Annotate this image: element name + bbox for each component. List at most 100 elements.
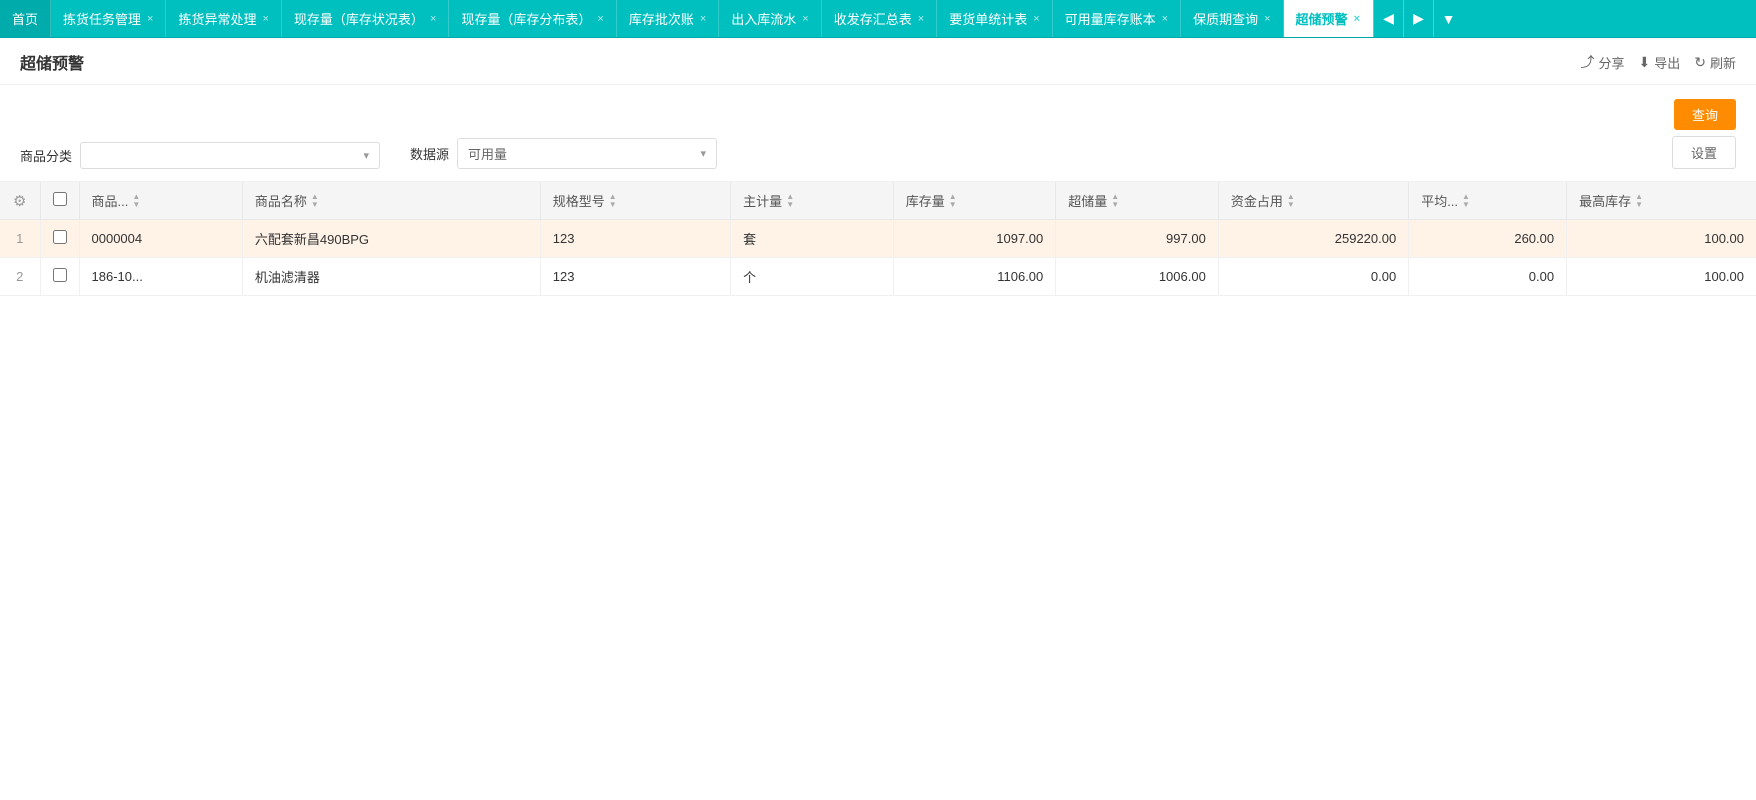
page-content: 超储预警 ⤴ 分享 ⬇ 导出 ↻ 刷新 商品分类 ▾ 数据源 — [0, 38, 1756, 800]
sort-arrows-name: ▲▼ — [311, 193, 319, 209]
row-max: 100.00 — [1567, 258, 1756, 296]
export-icon: ⬇ — [1639, 54, 1651, 71]
th-max[interactable]: 最高库存 ▲▼ — [1567, 182, 1756, 220]
nav-next-arrow[interactable]: ▶ — [1403, 0, 1433, 37]
close-icon[interactable]: × — [918, 13, 924, 25]
row-spec: 123 — [540, 220, 730, 258]
nav-item-inventory-dist[interactable]: 现存量（库存分布表） × — [449, 0, 616, 37]
row-name: 机油滤清器 — [242, 258, 540, 296]
nav-item-available[interactable]: 可用量库存账本 × — [1053, 0, 1181, 37]
row-code: 186-10... — [79, 258, 242, 296]
row-name: 六配套新昌490BPG — [242, 220, 540, 258]
nav-item-exception[interactable]: 拣货异常处理 × — [166, 0, 281, 37]
refresh-button[interactable]: ↻ 刷新 — [1694, 53, 1736, 72]
row-over: 997.00 — [1056, 220, 1219, 258]
row-number: 2 — [0, 258, 40, 296]
close-icon[interactable]: × — [1264, 13, 1270, 25]
close-icon[interactable]: × — [1354, 13, 1360, 25]
checkbox-col-header — [40, 182, 79, 220]
sort-arrows-max: ▲▼ — [1635, 193, 1643, 209]
sort-arrows-spec: ▲▼ — [609, 193, 617, 209]
row-avg: 260.00 — [1409, 220, 1567, 258]
table-row: 1 0000004 六配套新昌490BPG 123 套 1097.00 997.… — [0, 220, 1756, 258]
datasource-label: 数据源 — [410, 144, 449, 163]
page-title: 超储预警 — [20, 50, 84, 74]
table-header-row: ⚙ 商品... ▲▼ 商品名称 ▲▼ — [0, 182, 1756, 220]
share-button[interactable]: ⤴ 分享 — [1580, 52, 1624, 72]
chevron-down-icon: ▾ — [363, 149, 369, 162]
close-icon[interactable]: × — [1033, 13, 1039, 25]
close-icon[interactable]: × — [262, 13, 268, 25]
row-spec: 123 — [540, 258, 730, 296]
sort-arrows-unit: ▲▼ — [786, 193, 794, 209]
datasource-filter-group: 数据源 可用量 ▾ — [410, 138, 717, 169]
row-over: 1006.00 — [1056, 258, 1219, 296]
nav-item-task[interactable]: 拣货任务管理 × — [51, 0, 166, 37]
row-checkbox[interactable] — [53, 268, 67, 282]
close-icon[interactable]: × — [430, 13, 436, 25]
row-avg: 0.00 — [1409, 258, 1567, 296]
settings-button[interactable]: 设置 — [1672, 136, 1736, 169]
row-capital: 0.00 — [1218, 258, 1408, 296]
filter-row: 商品分类 ▾ 数据源 可用量 ▾ 查询 设置 — [0, 85, 1756, 182]
nav-item-expiry[interactable]: 保质期查询 × — [1181, 0, 1283, 37]
category-label: 商品分类 — [20, 146, 72, 165]
th-over[interactable]: 超储量 ▲▼ — [1056, 182, 1219, 220]
row-number: 1 — [0, 220, 40, 258]
row-checkbox[interactable] — [53, 230, 67, 244]
category-filter-group: 商品分类 ▾ — [20, 142, 380, 169]
th-stock[interactable]: 库存量 ▲▼ — [893, 182, 1056, 220]
chevron-down-icon: ▾ — [701, 147, 707, 160]
nav-more-arrow[interactable]: ▼ — [1433, 0, 1463, 37]
th-avg[interactable]: 平均... ▲▼ — [1409, 182, 1567, 220]
nav-item-summary[interactable]: 收发存汇总表 × — [822, 0, 937, 37]
sort-arrows-stock: ▲▼ — [949, 193, 957, 209]
row-unit: 个 — [731, 258, 894, 296]
nav-item-overstock[interactable]: 超储预警 × — [1284, 0, 1373, 37]
th-name[interactable]: 商品名称 ▲▼ — [242, 182, 540, 220]
th-unit[interactable]: 主计量 ▲▼ — [731, 182, 894, 220]
nav-item-flow[interactable]: 出入库流水 × — [719, 0, 821, 37]
data-table: ⚙ 商品... ▲▼ 商品名称 ▲▼ — [0, 182, 1756, 296]
row-max: 100.00 — [1567, 220, 1756, 258]
header-actions: ⤴ 分享 ⬇ 导出 ↻ 刷新 — [1580, 52, 1736, 72]
top-navigation: 首页 拣货任务管理 × 拣货异常处理 × 现存量（库存状况表） × 现存量（库存… — [0, 0, 1756, 38]
close-icon[interactable]: × — [1162, 13, 1168, 25]
close-icon[interactable]: × — [147, 13, 153, 25]
th-capital[interactable]: 资金占用 ▲▼ — [1218, 182, 1408, 220]
page-header: 超储预警 ⤴ 分享 ⬇ 导出 ↻ 刷新 — [0, 38, 1756, 85]
row-checkbox-cell — [40, 258, 79, 296]
table-wrap: ⚙ 商品... ▲▼ 商品名称 ▲▼ — [0, 182, 1756, 296]
row-unit: 套 — [731, 220, 894, 258]
sort-arrows-over: ▲▼ — [1111, 193, 1119, 209]
th-spec[interactable]: 规格型号 ▲▼ — [540, 182, 730, 220]
export-button[interactable]: ⬇ 导出 — [1639, 53, 1681, 72]
category-value — [91, 148, 95, 163]
row-checkbox-cell — [40, 220, 79, 258]
refresh-icon: ↻ — [1694, 54, 1706, 71]
filter-buttons: 查询 设置 — [1672, 99, 1736, 169]
query-button[interactable]: 查询 — [1674, 99, 1736, 130]
select-all-checkbox[interactable] — [53, 192, 67, 206]
close-icon[interactable]: × — [700, 13, 706, 25]
nav-item-batch[interactable]: 库存批次账 × — [617, 0, 719, 37]
close-icon[interactable]: × — [597, 13, 603, 25]
row-stock: 1106.00 — [893, 258, 1056, 296]
sort-arrows-avg: ▲▼ — [1462, 193, 1470, 209]
table-row: 2 186-10... 机油滤清器 123 个 1106.00 1006.00 … — [0, 258, 1756, 296]
nav-item-inventory-status[interactable]: 现存量（库存状况表） × — [282, 0, 449, 37]
sort-arrows-code: ▲▼ — [132, 193, 140, 209]
th-code[interactable]: 商品... ▲▼ — [79, 182, 242, 220]
row-stock: 1097.00 — [893, 220, 1056, 258]
nav-item-order-stats[interactable]: 要货单统计表 × — [937, 0, 1052, 37]
close-icon[interactable]: × — [802, 13, 808, 25]
nav-prev-arrow[interactable]: ◀ — [1373, 0, 1403, 37]
gear-col-header: ⚙ — [0, 182, 40, 220]
nav-item-home[interactable]: 首页 — [0, 0, 51, 37]
datasource-value: 可用量 — [468, 144, 507, 163]
datasource-select[interactable]: 可用量 ▾ — [457, 138, 717, 169]
row-code: 0000004 — [79, 220, 242, 258]
gear-icon[interactable]: ⚙ — [13, 193, 26, 210]
category-select[interactable]: ▾ — [80, 142, 380, 169]
row-capital: 259220.00 — [1218, 220, 1408, 258]
